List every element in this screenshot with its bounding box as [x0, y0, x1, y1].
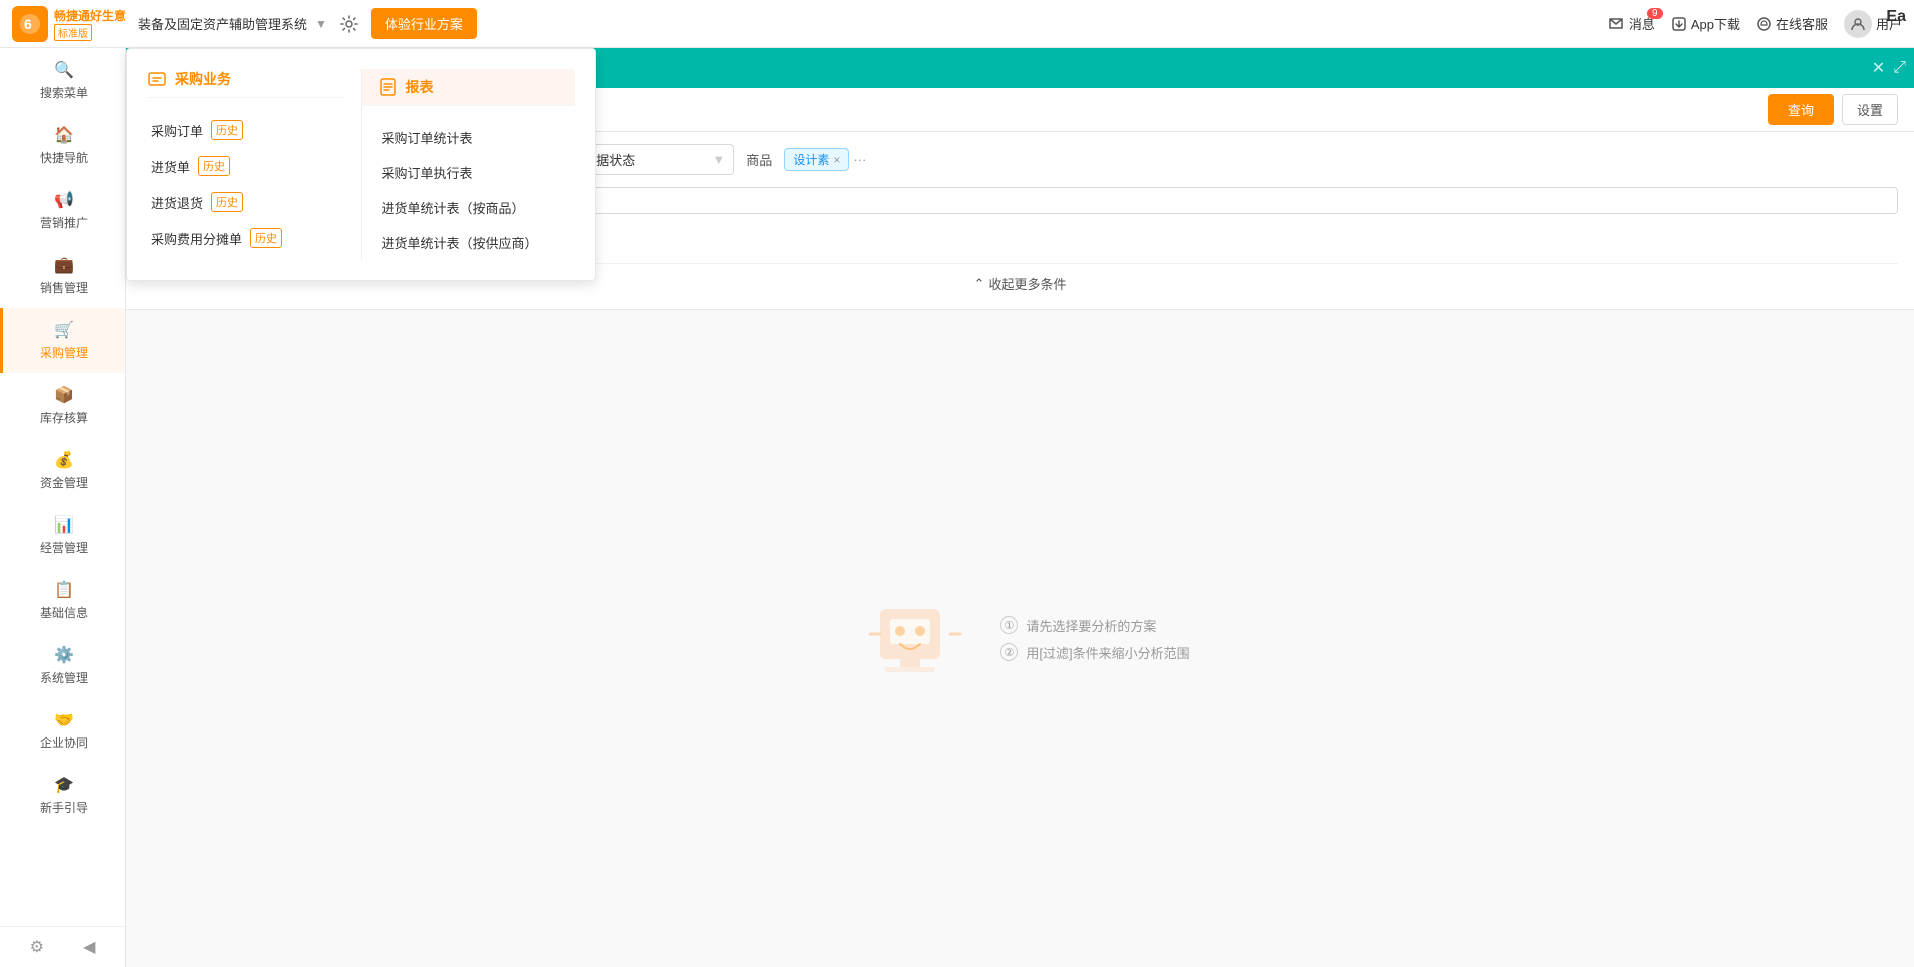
menu-item-label: 采购订单统计表: [382, 128, 473, 147]
menu-section-report: 报表 采购订单统计表 采购订单执行表 进货单统计表（按商品） 进货单统计表（按供…: [361, 69, 576, 260]
history-badge[interactable]: 历史: [198, 156, 230, 176]
section-title-report: 报表: [362, 69, 576, 106]
menu-item-purchase-order[interactable]: 采购订单 历史: [147, 112, 345, 148]
menu-item-label: 进货单: [151, 157, 190, 176]
report-section-icon: [378, 77, 398, 97]
menu-item-report-in-stat-supplier[interactable]: 进货单统计表（按供应商）: [378, 225, 576, 260]
menu-item-report-order-stat[interactable]: 采购订单统计表: [378, 120, 576, 155]
menu-item-label: 进货单统计表（按供应商）: [382, 233, 538, 252]
history-badge[interactable]: 历史: [211, 192, 243, 212]
purchase-section-icon: [147, 69, 167, 89]
menu-item-report-in-stat-goods[interactable]: 进货单统计表（按商品）: [378, 190, 576, 225]
menu-item-label: 进货单统计表（按商品）: [382, 198, 525, 217]
menu-section-purchase: 采购业务 采购订单 历史 进货单 历史 进货退货 历史 采购费用分摊单 历史: [147, 69, 361, 260]
history-badge[interactable]: 历史: [211, 120, 243, 140]
menu-item-label: 采购费用分摊单: [151, 229, 242, 248]
menu-item-purchase-in[interactable]: 进货单 历史: [147, 148, 345, 184]
history-badge[interactable]: 历史: [250, 228, 282, 248]
menu-item-label: 采购订单: [151, 121, 203, 140]
section-title-purchase: 采购业务: [147, 69, 345, 98]
menu-item-label: 采购订单执行表: [382, 163, 473, 182]
menu-item-purchase-return[interactable]: 进货退货 历史: [147, 184, 345, 220]
menu-item-purchase-expense[interactable]: 采购费用分摊单 历史: [147, 220, 345, 256]
menu-item-label: 进货退货: [151, 193, 203, 212]
purchase-dropdown-menu: 采购业务 采购订单 历史 进货单 历史 进货退货 历史 采购费用分摊单 历史 报…: [126, 48, 596, 281]
menu-item-report-order-exec[interactable]: 采购订单执行表: [378, 155, 576, 190]
